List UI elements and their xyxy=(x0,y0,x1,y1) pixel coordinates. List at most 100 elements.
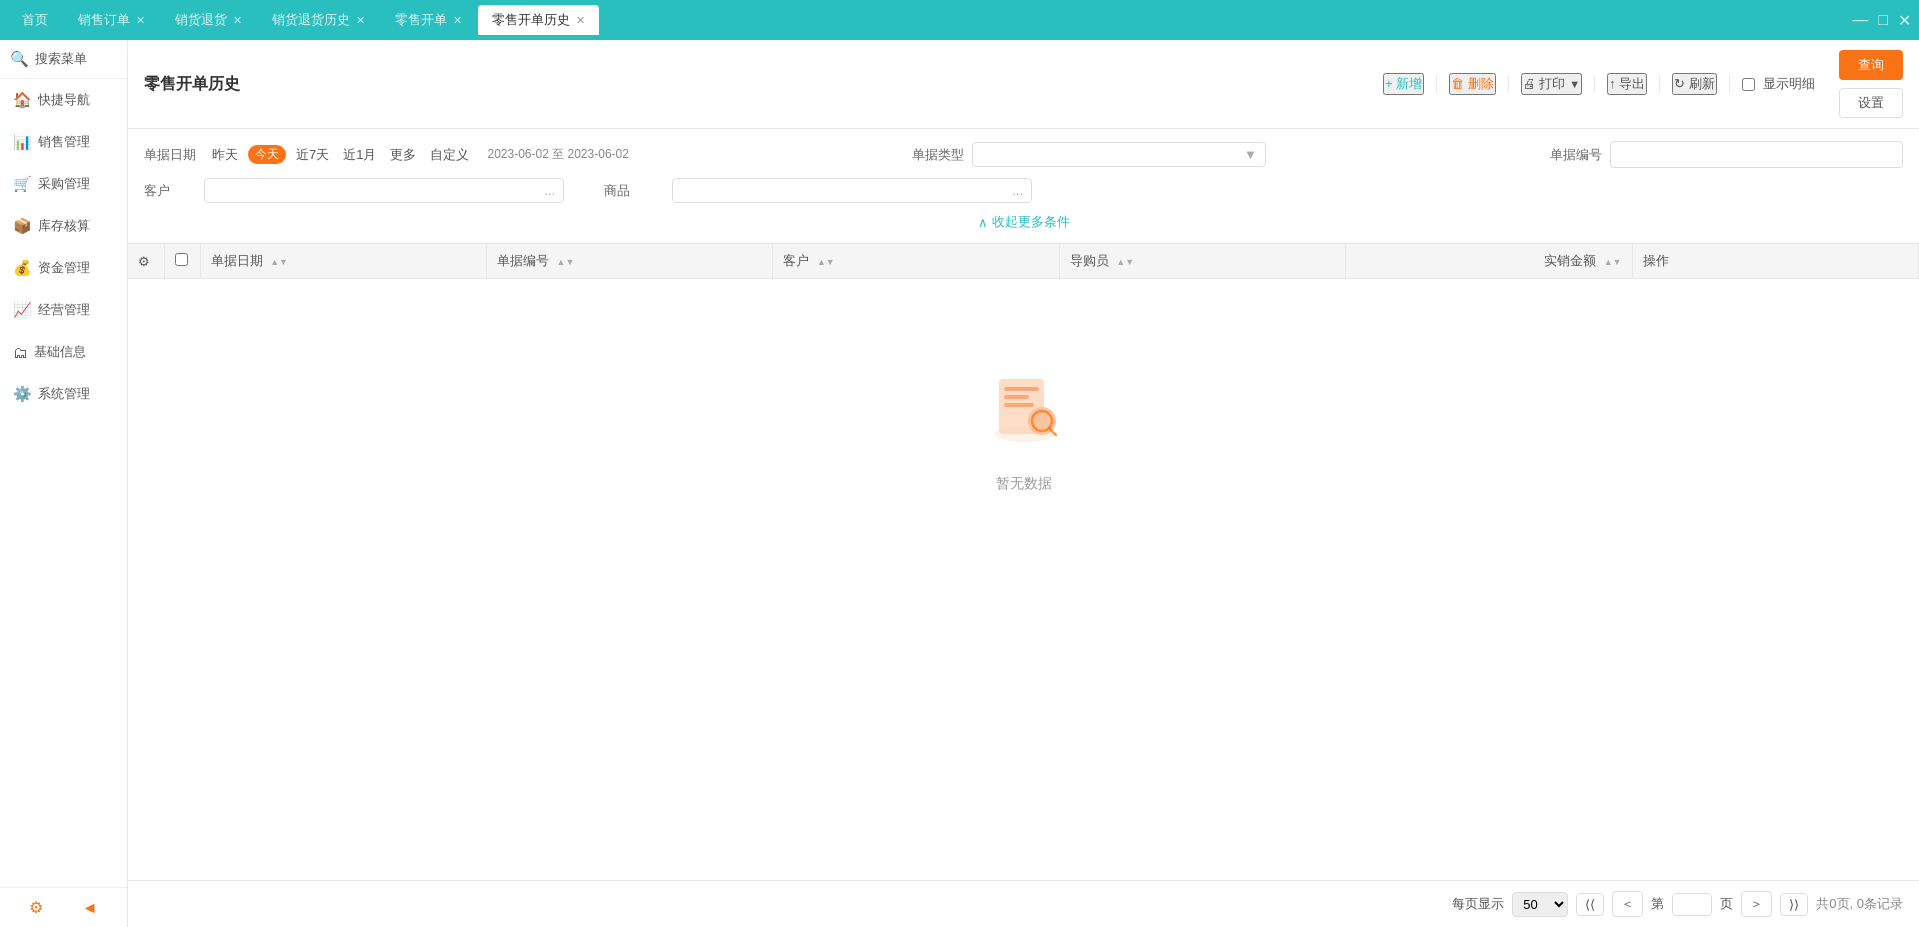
search-icon: 🔍 xyxy=(10,50,29,68)
customer-dots-icon: ... xyxy=(544,183,555,198)
guide-col-header[interactable]: 导购员 ▲▼ xyxy=(1059,244,1345,279)
filter-area: 单据日期 昨天 今天 近7天 近1月 更多 自定义 2023-06-02 至 2… xyxy=(128,129,1919,244)
sidebar-settings-btn[interactable]: ⚙ xyxy=(29,898,43,917)
select-all-checkbox[interactable] xyxy=(175,253,188,266)
amount-col-header[interactable]: 实销金额 ▲▼ xyxy=(1346,244,1632,279)
customer-col-header[interactable]: 客户 ▲▼ xyxy=(773,244,1059,279)
checkbox-col-header[interactable] xyxy=(164,244,200,279)
window-controls: — □ ✕ xyxy=(1852,11,1911,30)
table-area: ⚙ 单据日期 ▲▼ 单据编号 ▲▼ xyxy=(128,244,1919,880)
query-button[interactable]: 查询 xyxy=(1839,50,1903,80)
sidebar-item-ops-mgmt[interactable]: 📈 经营管理 xyxy=(0,289,127,331)
tab-retail-open[interactable]: 零售开单 ✕ xyxy=(381,5,476,35)
page-title: 零售开单历史 xyxy=(144,74,1383,95)
guide-sort-icon: ▲▼ xyxy=(1116,258,1134,267)
prev-page-btn[interactable]: ＜ xyxy=(1612,891,1643,917)
per-page-select[interactable]: 50 10 20 100 xyxy=(1512,892,1568,917)
doc-no-col-header[interactable]: 单据编号 ▲▼ xyxy=(486,244,772,279)
tab-retail-open-history[interactable]: 零售开单历史 ✕ xyxy=(478,5,599,35)
date-last-month[interactable]: 近1月 xyxy=(339,144,380,166)
sidebar-item-quick-nav[interactable]: 🏠 快捷导航 xyxy=(0,79,127,121)
sidebar: 🔍 搜索菜单 🏠 快捷导航 📊 销售管理 🛒 采购管理 📦 库存核算 💰 资金管… xyxy=(0,40,128,927)
sidebar-item-basic-info[interactable]: 🗂 基础信息 xyxy=(0,331,127,373)
content-area: 零售开单历史 + 新增 🗑 删除 🖨 打印 ▼ ↑ 导出 xyxy=(128,40,1919,927)
guide-col-label: 导购员 xyxy=(1070,253,1109,268)
doc-no-sort-icon: ▲▼ xyxy=(557,258,575,267)
customer-input[interactable]: ... xyxy=(204,178,564,203)
date-label: 单据日期 xyxy=(144,146,204,164)
delete-button[interactable]: 🗑 删除 xyxy=(1449,73,1496,95)
sidebar-search[interactable]: 🔍 搜索菜单 xyxy=(0,40,127,79)
empty-icon xyxy=(974,359,1074,459)
folder-icon: 🗂 xyxy=(13,344,28,361)
display-toggle[interactable]: 显示明细 xyxy=(1742,75,1815,93)
export-button[interactable]: ↑ 导出 xyxy=(1607,73,1647,95)
divider1 xyxy=(1436,76,1437,92)
action-col-label: 操作 xyxy=(1643,253,1669,268)
customer-label: 客户 xyxy=(144,182,204,200)
sidebar-item-sys-mgmt[interactable]: ⚙️ 系统管理 xyxy=(0,373,127,415)
doc-type-select[interactable]: ▼ xyxy=(972,142,1266,167)
date-col-label: 单据日期 xyxy=(211,253,263,268)
filter-row-2: 客户 ... 商品 ... xyxy=(144,178,1903,203)
settings-col-header[interactable]: ⚙ xyxy=(128,244,164,279)
add-button[interactable]: + 新增 xyxy=(1383,73,1424,95)
box-icon: 📦 xyxy=(13,217,32,235)
tab-sales-return-history[interactable]: 销货退货历史 ✕ xyxy=(258,5,379,35)
doc-no-col-label: 单据编号 xyxy=(497,253,549,268)
sidebar-item-finance[interactable]: 💰 资金管理 xyxy=(0,247,127,289)
collapse-more[interactable]: ∧ 收起更多条件 xyxy=(144,213,1903,231)
doc-no-label: 单据编号 xyxy=(1542,146,1602,164)
date-col-header[interactable]: 单据日期 ▲▼ xyxy=(200,244,486,279)
svg-rect-4 xyxy=(1004,403,1034,407)
tab-sales-return[interactable]: 销货退货 ✕ xyxy=(161,5,256,35)
divider4 xyxy=(1659,76,1660,92)
main-layout: 🔍 搜索菜单 🏠 快捷导航 📊 销售管理 🛒 采购管理 📦 库存核算 💰 资金管… xyxy=(0,40,1919,927)
refresh-button[interactable]: ↻ 刷新 xyxy=(1672,73,1717,95)
display-cols-checkbox[interactable] xyxy=(1742,78,1755,91)
customer-sort-icon: ▲▼ xyxy=(817,258,835,267)
doc-no-input[interactable] xyxy=(1610,141,1904,168)
tab-bar: 首页 销售订单 ✕ 销货退货 ✕ 销货退货历史 ✕ 零售开单 ✕ 零售开单历史 … xyxy=(0,0,1919,40)
filter-row-1: 单据日期 昨天 今天 近7天 近1月 更多 自定义 2023-06-02 至 2… xyxy=(144,141,1903,168)
sidebar-item-sales-mgmt[interactable]: 📊 销售管理 xyxy=(0,121,127,163)
tab-close-sales-order[interactable]: ✕ xyxy=(136,14,145,27)
close-btn[interactable]: ✕ xyxy=(1898,11,1911,30)
gear-icon: ⚙️ xyxy=(13,385,32,403)
tab-close-retail-open-history[interactable]: ✕ xyxy=(576,14,585,27)
maximize-btn[interactable]: □ xyxy=(1878,11,1888,30)
print-arrow-icon: ▼ xyxy=(1569,78,1580,90)
data-table: ⚙ 单据日期 ▲▼ 单据编号 ▲▼ xyxy=(128,244,1919,279)
sidebar-item-inventory[interactable]: 📦 库存核算 xyxy=(0,205,127,247)
date-custom[interactable]: 自定义 xyxy=(426,144,473,166)
sidebar-bottom: ⚙ ◄ xyxy=(0,887,127,927)
first-page-btn[interactable]: ⟨⟨ xyxy=(1576,893,1604,916)
date-today[interactable]: 今天 xyxy=(248,145,286,164)
minimize-btn[interactable]: — xyxy=(1852,11,1868,30)
divider2 xyxy=(1508,76,1509,92)
date-more[interactable]: 更多 xyxy=(386,144,420,166)
tab-close-retail-open[interactable]: ✕ xyxy=(453,14,462,27)
home-icon: 🏠 xyxy=(13,91,32,109)
goods-input[interactable]: ... xyxy=(672,178,1032,203)
last-page-btn[interactable]: ⟩⟩ xyxy=(1780,893,1808,916)
tab-sales-order[interactable]: 销售订单 ✕ xyxy=(64,5,159,35)
print-button[interactable]: 🖨 打印 ▼ xyxy=(1521,73,1583,95)
date-yesterday[interactable]: 昨天 xyxy=(208,144,242,166)
doc-type-arrow-icon: ▼ xyxy=(1244,147,1257,162)
tab-close-sales-return[interactable]: ✕ xyxy=(233,14,242,27)
divider5 xyxy=(1729,76,1730,92)
page-total: 共0页, 0条记录 xyxy=(1816,895,1903,913)
query-settings-group: 查询 设置 xyxy=(1839,50,1903,118)
tab-home[interactable]: 首页 xyxy=(8,5,62,35)
tab-close-sales-return-history[interactable]: ✕ xyxy=(356,14,365,27)
empty-state: 暂无数据 xyxy=(128,279,1919,573)
sidebar-item-purchase-mgmt[interactable]: 🛒 采购管理 xyxy=(0,163,127,205)
goods-dots-icon: ... xyxy=(1012,183,1023,198)
money-icon: 💰 xyxy=(13,259,32,277)
settings-button[interactable]: 设置 xyxy=(1839,88,1903,118)
date-last7[interactable]: 近7天 xyxy=(292,144,333,166)
next-page-btn[interactable]: ＞ xyxy=(1741,891,1772,917)
current-page-input[interactable]: 1 xyxy=(1672,893,1712,916)
sidebar-collapse-btn[interactable]: ◄ xyxy=(82,899,98,917)
